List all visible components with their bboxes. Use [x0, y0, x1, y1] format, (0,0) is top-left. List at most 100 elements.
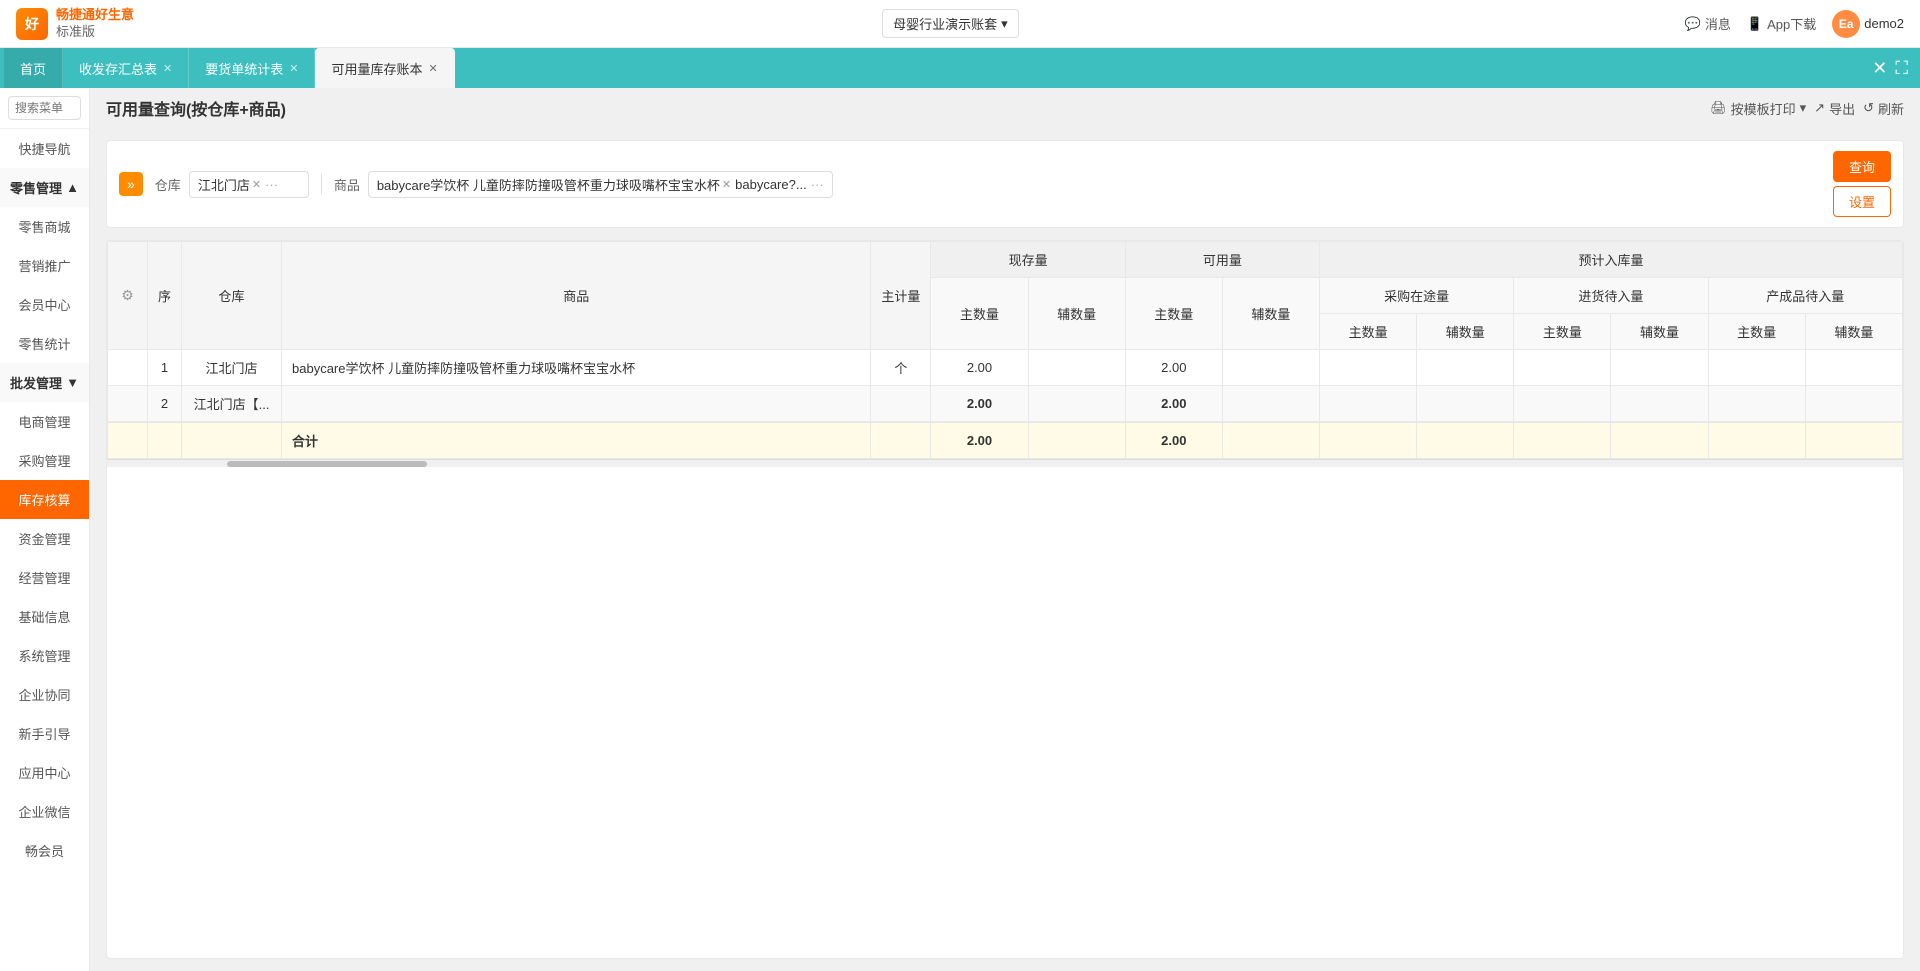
th-production-pending-aux: 辅数量: [1805, 314, 1902, 350]
sidebar-item-app-center[interactable]: 应用中心: [0, 753, 89, 792]
tab-order-stats[interactable]: 要货单统计表 ✕: [189, 48, 315, 88]
th-current-main-qty: 主数量: [931, 278, 1028, 350]
th-purchase-transit-main: 主数量: [1320, 314, 1417, 350]
sidebar-item-new-guide[interactable]: 新手引导: [0, 714, 89, 753]
sidebar-item-enterprise-wechat[interactable]: 企业微信: [0, 792, 89, 831]
th-inbound-pending-aux: 辅数量: [1611, 314, 1708, 350]
product-filter-group: 商品 babycare学饮杯 儿童防摔防撞吸管杯重力球吸嘴杯宝宝水杯 ✕ bab…: [334, 171, 833, 198]
sidebar-search-area: [0, 88, 89, 128]
td-available-aux-2: [1222, 386, 1319, 423]
main-layout: 快捷导航 零售管理 ▲ 零售商城 营销推广 会员中心 零售统计 批发管理 ▼ 电…: [0, 88, 1920, 971]
download-icon: 📱: [1747, 16, 1763, 32]
th-seq: 序: [148, 242, 182, 350]
td-production-pending-main-1: [1708, 350, 1805, 386]
close-tab-button[interactable]: ✕: [1872, 58, 1887, 79]
tab-receive-summary[interactable]: 收发存汇总表 ✕: [63, 48, 189, 88]
settings-icon[interactable]: ⚙: [121, 287, 134, 303]
sidebar-item-finance[interactable]: 资金管理: [0, 519, 89, 558]
refresh-icon: ↺: [1863, 100, 1874, 116]
content-area: 可用量查询(按仓库+商品) 🖨 按模板打印 ▾ ↗ 导出 ↺ 刷新: [90, 88, 1920, 971]
td-footer-warehouse: [182, 422, 282, 459]
sidebar-item-ecommerce[interactable]: 电商管理: [0, 402, 89, 441]
message-button[interactable]: 💬 消息: [1685, 14, 1731, 33]
maximize-button[interactable]: ⛶: [1895, 58, 1908, 79]
product-label: 商品: [334, 175, 360, 194]
app-download-button[interactable]: 📱 App下载: [1747, 14, 1816, 33]
chevron-down-icon-print: ▾: [1800, 100, 1807, 116]
tab-close-order-stats[interactable]: ✕: [289, 62, 298, 75]
sidebar-item-retail-mgmt[interactable]: 零售管理 ▲: [0, 168, 89, 207]
th-current-aux-qty: 辅数量: [1028, 278, 1125, 350]
table-container: ⚙ 序 仓库 商品 主计量 现存量 可用量 预计入库量 主数量 辅: [106, 240, 1904, 959]
message-icon: 💬: [1685, 16, 1701, 32]
inventory-table: ⚙ 序 仓库 商品 主计量 现存量 可用量 预计入库量 主数量 辅: [107, 241, 1903, 459]
td-main-unit-2: [871, 386, 931, 423]
user-area[interactable]: Ea demo2: [1832, 10, 1904, 38]
td-purchase-transit-main-2: [1320, 386, 1417, 423]
sidebar-item-vip-member[interactable]: 畅会员: [0, 831, 89, 870]
tab-available-inventory[interactable]: 可用量库存账本 ✕: [315, 48, 454, 88]
search-input[interactable]: [8, 96, 81, 120]
scrollbar-thumb[interactable]: [227, 461, 427, 467]
sidebar-item-enterprise-collab[interactable]: 企业协同: [0, 675, 89, 714]
td-production-pending-main-2: [1708, 386, 1805, 423]
sidebar-item-basic-info[interactable]: 基础信息: [0, 597, 89, 636]
product-more[interactable]: ···: [811, 177, 824, 192]
td-purchase-transit-main-1: [1320, 350, 1417, 386]
query-button[interactable]: 查询: [1833, 151, 1891, 182]
industry-select-area: 母婴行业演示账套 ▾: [216, 9, 1685, 38]
sidebar-item-system-mgmt[interactable]: 系统管理: [0, 636, 89, 675]
table-row: 2 江北门店【... 2.00 2.00: [108, 386, 1903, 423]
warehouse-more[interactable]: ···: [265, 177, 278, 192]
export-button[interactable]: ↗ 导出: [1814, 99, 1855, 118]
sidebar-item-retail-stats[interactable]: 零售统计: [0, 324, 89, 363]
filter-bar: » 仓库 江北门店 ✕ ··· 商品: [106, 140, 1904, 228]
product-tag-1-remove[interactable]: ✕: [722, 178, 731, 191]
nav-tabs-bar: 首页 收发存汇总表 ✕ 要货单统计表 ✕ 可用量库存账本 ✕ ✕ ⛶: [0, 48, 1920, 88]
th-production-pending-main: 主数量: [1708, 314, 1805, 350]
product-tags[interactable]: babycare学饮杯 儿童防摔防撞吸管杯重力球吸嘴杯宝宝水杯 ✕ babyca…: [368, 171, 833, 198]
setting-button[interactable]: 设置: [1833, 186, 1891, 217]
th-settings[interactable]: ⚙: [108, 242, 148, 350]
template-print-button[interactable]: 🖨 按模板打印 ▾: [1710, 99, 1806, 118]
td-footer-seq: [148, 422, 182, 459]
top-bar-right: 💬 消息 📱 App下载 Ea demo2: [1685, 10, 1904, 38]
td-production-pending-aux-2: [1805, 386, 1902, 423]
avatar: Ea: [1832, 10, 1860, 38]
th-inbound-pending-main: 主数量: [1514, 314, 1611, 350]
sidebar-item-quick-nav[interactable]: 快捷导航: [0, 129, 89, 168]
product-tag-1: babycare学饮杯 儿童防摔防撞吸管杯重力球吸嘴杯宝宝水杯 ✕: [377, 175, 731, 194]
warehouse-tags[interactable]: 江北门店 ✕ ···: [189, 171, 309, 198]
industry-select[interactable]: 母婴行业演示账套 ▾: [882, 9, 1019, 38]
warehouse-tag-remove[interactable]: ✕: [252, 178, 261, 191]
chevron-down-icon: ▾: [1001, 16, 1008, 32]
td-purchase-transit-aux-2: [1417, 386, 1514, 423]
td-footer-current-aux: [1028, 422, 1125, 459]
sidebar-item-purchase[interactable]: 采购管理: [0, 441, 89, 480]
sidebar-item-member-center[interactable]: 会员中心: [0, 285, 89, 324]
tab-close-receive-summary[interactable]: ✕: [163, 62, 172, 75]
sidebar-item-retail-mall[interactable]: 零售商城: [0, 207, 89, 246]
th-product: 商品: [282, 242, 871, 350]
export-icon: ↗: [1814, 100, 1825, 116]
td-settings-1: [108, 350, 148, 386]
td-footer-unit: [871, 422, 931, 459]
th-warehouse: 仓库: [182, 242, 282, 350]
sidebar-item-wholesale-mgmt[interactable]: 批发管理 ▼: [0, 363, 89, 402]
th-available-main-qty: 主数量: [1125, 278, 1222, 350]
tab-home[interactable]: 首页: [4, 48, 63, 88]
filter-toggle-button[interactable]: »: [119, 172, 143, 196]
th-available: 可用量: [1125, 242, 1319, 278]
sidebar-item-marketing[interactable]: 营销推广: [0, 246, 89, 285]
horizontal-scrollbar[interactable]: [107, 459, 1903, 467]
td-footer-purchase-transit-aux: [1417, 422, 1514, 459]
sidebar-item-inventory-check[interactable]: 库存核算: [0, 480, 89, 519]
th-production-pending: 产成品待入量: [1708, 278, 1902, 314]
refresh-button[interactable]: ↺ 刷新: [1863, 99, 1904, 118]
tab-close-available-inventory[interactable]: ✕: [429, 62, 438, 75]
td-available-aux-1: [1222, 350, 1319, 386]
td-warehouse-2: 江北门店【...: [182, 386, 282, 423]
filter-action-buttons: 查询 设置: [1833, 151, 1891, 217]
sidebar-item-operations[interactable]: 经营管理: [0, 558, 89, 597]
chevron-icon-wholesale: ▼: [66, 375, 79, 390]
